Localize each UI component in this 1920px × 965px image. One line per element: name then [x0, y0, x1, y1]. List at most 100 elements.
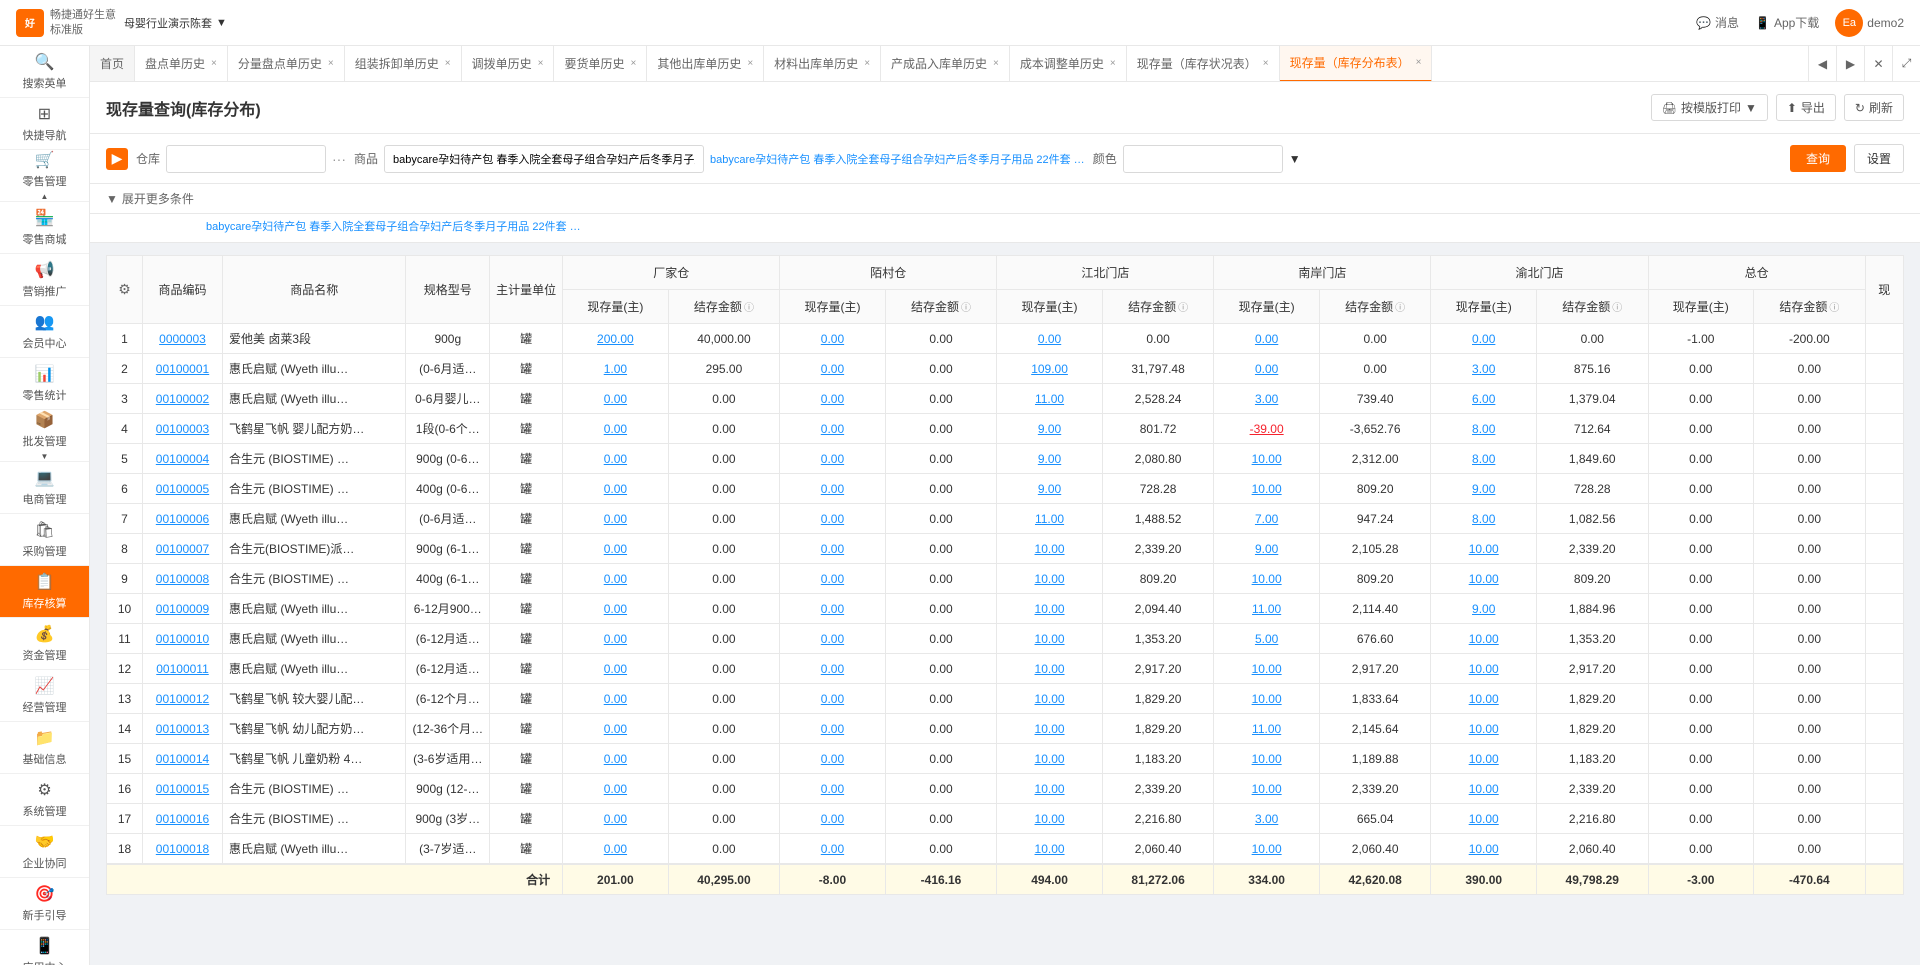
cell-total-qty: 0.00 [1648, 684, 1753, 714]
tab-home[interactable]: 首页 [90, 46, 135, 82]
cell-na-qty: 10.00 [1214, 774, 1319, 804]
tab-product-in[interactable]: 产成品入库单历史 × [881, 46, 1010, 82]
filter-expand-row: ▼ 展开更多条件 [90, 184, 1920, 214]
tab-close-stock-status[interactable]: × [1263, 58, 1269, 69]
tab-close-all-btn[interactable]: ✕ [1864, 46, 1892, 82]
tab-material-out[interactable]: 材料出库单历史 × [764, 46, 881, 82]
cell-cj-amt: 0.00 [668, 624, 780, 654]
cell-cj-amt: 0.00 [668, 504, 780, 534]
settings-table-icon[interactable]: ⚙ [118, 281, 131, 297]
tab-prev-btn[interactable]: ◀ [1808, 46, 1836, 82]
cell-jb-amt: 801.72 [1102, 414, 1214, 444]
app-download-btn[interactable]: 📱 App下载 [1755, 14, 1819, 31]
cell-yb-qty: 9.00 [1431, 594, 1536, 624]
cell-cj-qty: 0.00 [563, 444, 668, 474]
tab-request[interactable]: 要货单历史 × [554, 46, 647, 82]
tab-close-material-out[interactable]: × [864, 58, 870, 69]
color-input[interactable] [1123, 145, 1283, 173]
tab-stocktake[interactable]: 盘点单历史 × [135, 46, 228, 82]
export-btn[interactable]: ⬆ 导出 [1776, 94, 1836, 121]
tab-close-other-out[interactable]: × [747, 58, 753, 69]
expand-conditions-btn[interactable]: ▼ 展开更多条件 [106, 190, 194, 207]
refresh-btn[interactable]: ↻ 刷新 [1844, 94, 1904, 121]
cell-cj-qty: 0.00 [563, 654, 668, 684]
cell-na-amt: 2,145.64 [1319, 714, 1431, 744]
cell-mc-qty: 0.00 [780, 534, 885, 564]
cell-na-qty: 10.00 [1214, 684, 1319, 714]
sidebar-item-retail-store[interactable]: 🏪 零售商城 [0, 202, 89, 254]
th-total: 总仓 [1648, 256, 1865, 290]
cell-yb-qty: 10.00 [1431, 534, 1536, 564]
tab-other-out[interactable]: 其他出库单历史 × [647, 46, 764, 82]
sidebar-item-search[interactable]: 🔍 搜索英单 [0, 46, 89, 98]
table-row: 9 00100008 合生元 (BIOSTIME) … 400g (6-1… 罐… [107, 564, 1904, 594]
tab-cost-adjust[interactable]: 成本调整单历史 × [1010, 46, 1127, 82]
cell-spec: (6-12个月… [406, 684, 490, 714]
cell-jb-qty: 10.00 [997, 774, 1102, 804]
grid-icon: ⊞ [38, 104, 51, 124]
tab-close-stocktake[interactable]: × [211, 58, 217, 69]
table-row: 1 0000003 爱他美 卤莱3段 900g 罐 200.00 40,000.… [107, 324, 1904, 354]
sidebar-item-retail-mgmt[interactable]: 🛒 零售管理 ▲ [0, 150, 89, 202]
cell-yb-amt: 712.64 [1536, 414, 1648, 444]
cell-cj-amt: 0.00 [668, 594, 780, 624]
warehouse-input[interactable] [166, 145, 326, 173]
user-menu[interactable]: Ea demo2 [1835, 9, 1904, 37]
cell-total-amt: 0.00 [1754, 564, 1866, 594]
cell-na-qty: 3.00 [1214, 384, 1319, 414]
cell-spec: 900g (6-1… [406, 534, 490, 564]
cell-yb-qty: 10.00 [1431, 714, 1536, 744]
sidebar-item-operations[interactable]: 📈 经营管理 [0, 670, 89, 722]
cell-na-amt: 665.04 [1319, 804, 1431, 834]
tab-stock-status[interactable]: 现存量（库存状况表） × [1127, 46, 1280, 82]
warehouse-ellipsis[interactable]: ··· [332, 151, 346, 167]
total-cj-amt: 40,295.00 [668, 864, 780, 895]
industry-selector[interactable]: 母婴行业演示陈套 ▼ [124, 15, 227, 31]
tab-close-request[interactable]: × [630, 58, 636, 69]
tab-assembly[interactable]: 组装拆卸单历史 × [345, 46, 462, 82]
cell-unit: 罐 [490, 354, 563, 384]
cell-total-amt: 0.00 [1754, 534, 1866, 564]
cell-mc-qty: 0.00 [780, 804, 885, 834]
sidebar-item-purchase[interactable]: 🛍 采购管理 [0, 514, 89, 566]
sidebar-item-retail-stats[interactable]: 📊 零售统计 [0, 358, 89, 410]
sidebar-item-inventory[interactable]: 📋 库存核算 [0, 566, 89, 618]
goods-input[interactable] [384, 145, 704, 173]
total-na-qty: 334.00 [1214, 864, 1319, 895]
sidebar-item-wholesale[interactable]: 📦 批发管理 ▼ [0, 410, 89, 462]
tab-next-btn[interactable]: ▶ [1836, 46, 1864, 82]
goods-ellipsis[interactable]: babycare孕妇待产包 春季入院全套母子组合孕妇产后冬季月子用品 22件套 … [710, 151, 1085, 167]
tab-stock-dist[interactable]: 现存量（库存分布表） × [1280, 46, 1433, 82]
cell-cj-amt: 0.00 [668, 684, 780, 714]
top-bar-left: 好 畅捷通好生意 标准版 母婴行业演示陈套 ▼ [16, 8, 227, 37]
tab-close-assembly[interactable]: × [445, 58, 451, 69]
filter-toggle-btn[interactable]: ▶ [106, 148, 128, 170]
tab-close-transfer[interactable]: × [538, 58, 544, 69]
print-btn[interactable]: 🖨 按模版打印 ▼ [1651, 94, 1768, 121]
tab-expand-btn[interactable]: ⤢ [1892, 46, 1920, 82]
sidebar-item-finance[interactable]: 💰 资金管理 [0, 618, 89, 670]
tab-close-cost-adjust[interactable]: × [1110, 58, 1116, 69]
sidebar-item-guide[interactable]: 🎯 新手引导 [0, 878, 89, 930]
search-btn[interactable]: 查询 [1790, 145, 1846, 172]
cell-cj-amt: 295.00 [668, 354, 780, 384]
sidebar-item-system[interactable]: ⚙ 系统管理 [0, 774, 89, 826]
sidebar-item-ecommerce[interactable]: 💻 电商管理 [0, 462, 89, 514]
sidebar-item-enterprise[interactable]: 🤝 企业协同 [0, 826, 89, 878]
cell-no: 6 [107, 474, 143, 504]
message-btn[interactable]: 💬 消息 [1696, 14, 1739, 31]
tab-sub-stocktake[interactable]: 分量盘点单历史 × [228, 46, 345, 82]
tab-transfer[interactable]: 调拨单历史 × [462, 46, 555, 82]
tab-close-stock-dist[interactable]: × [1416, 57, 1422, 68]
settings-btn[interactable]: 设置 [1854, 144, 1904, 173]
sidebar-item-member[interactable]: 👥 会员中心 [0, 306, 89, 358]
sidebar-item-marketing[interactable]: 📢 营销推广 [0, 254, 89, 306]
th-settings[interactable]: ⚙ [107, 256, 143, 324]
sidebar-item-shortcut[interactable]: ⊞ 快捷导航 [0, 98, 89, 150]
sidebar-item-basic[interactable]: 📁 基础信息 [0, 722, 89, 774]
tab-close-product-in[interactable]: × [993, 58, 999, 69]
tab-close-sub-stocktake[interactable]: × [328, 58, 334, 69]
color-dropdown[interactable]: ▼ [1289, 152, 1301, 166]
mobile-icon: 📱 [35, 936, 55, 956]
sidebar-item-appcenter[interactable]: 📱 应用中心 [0, 930, 89, 965]
